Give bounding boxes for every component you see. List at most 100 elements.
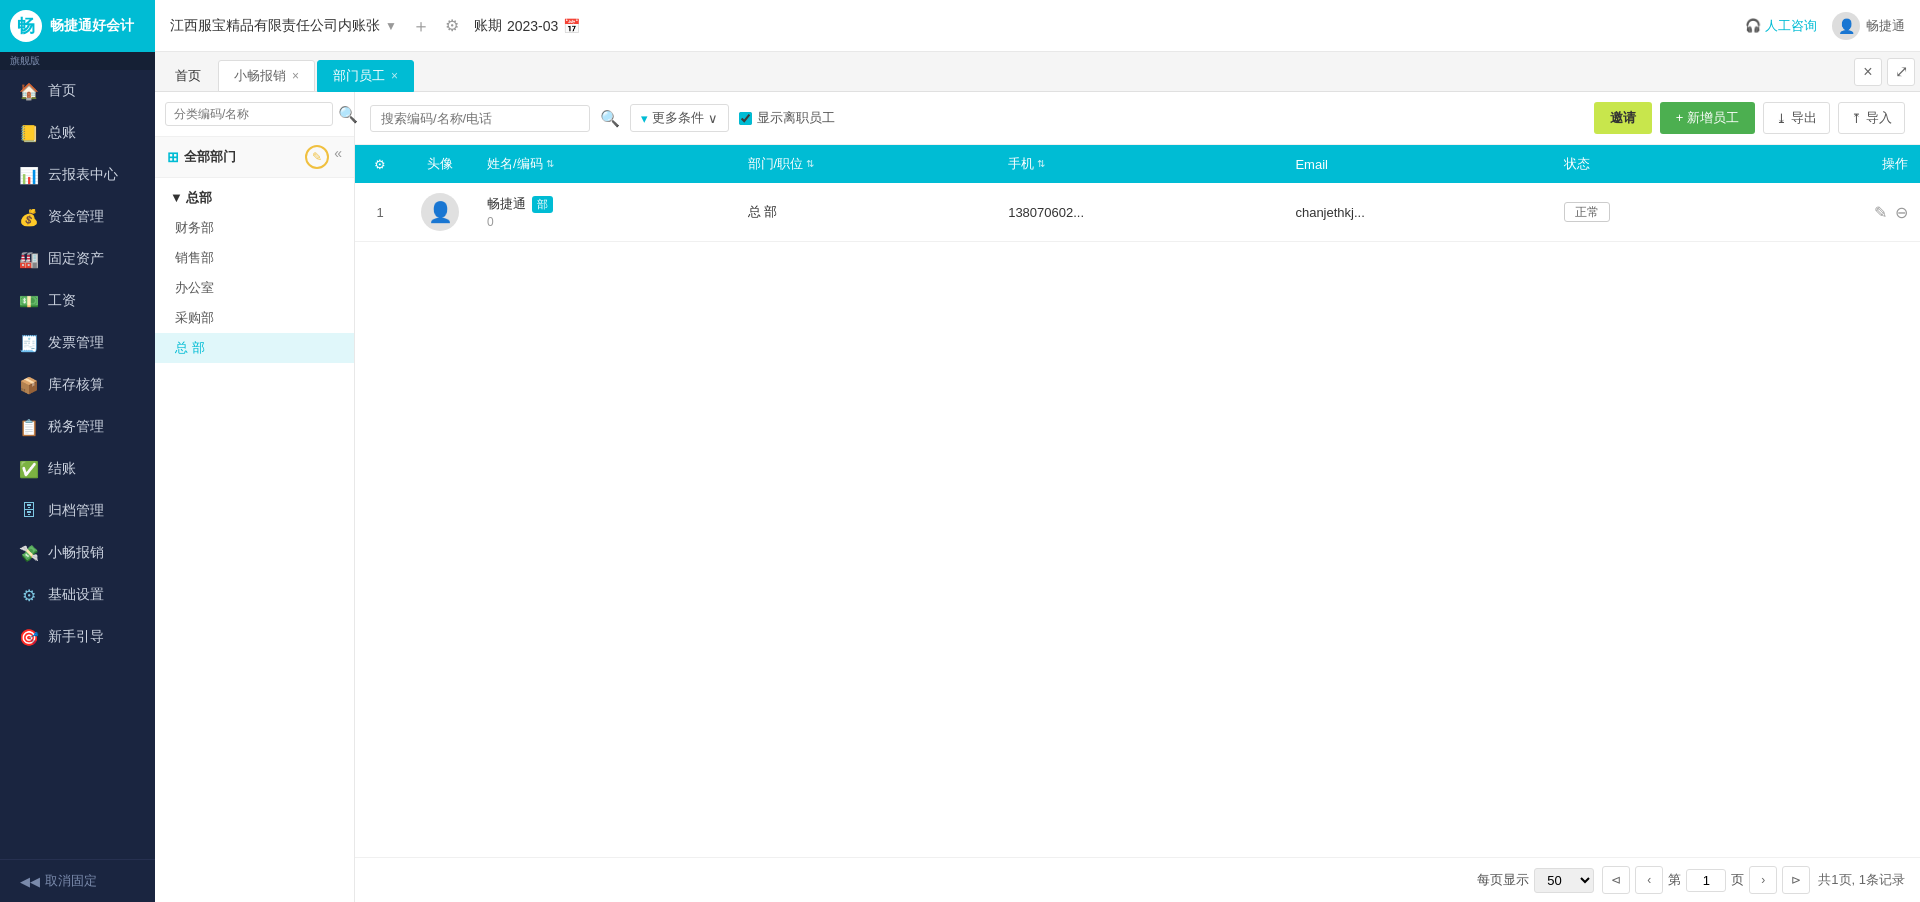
right-panel: 🔍 ▾ 更多条件 ∨ 显示离职员工 邀请 + 新增员工 ⤓ 导出 — [355, 92, 1920, 902]
tab-xiaochang-close-icon[interactable]: × — [292, 69, 299, 83]
add-account-button[interactable]: ＋ — [412, 14, 430, 38]
app-logo: 畅 畅捷通好会计 — [0, 0, 155, 52]
th-avatar: 头像 — [405, 145, 475, 183]
dept-collapse-icon[interactable]: « — [334, 145, 342, 169]
next-page-button[interactable]: › — [1749, 866, 1777, 894]
export-label: 导出 — [1791, 109, 1817, 127]
first-page-button[interactable]: ⊲ — [1602, 866, 1630, 894]
tab-dept-employee-close-icon[interactable]: × — [391, 69, 398, 83]
sidebar-item-tax[interactable]: 📋 税务管理 — [0, 406, 155, 448]
sidebar-item-newbie-guide[interactable]: 🎯 新手引导 — [0, 616, 155, 658]
dept-node-office[interactable]: 办公室 — [155, 273, 354, 303]
edit-employee-icon[interactable]: ✎ — [1874, 203, 1887, 222]
sidebar-item-funds[interactable]: 💰 资金管理 — [0, 196, 155, 238]
show-resigned-input[interactable] — [739, 112, 752, 125]
employee-dept: 总 部 — [748, 204, 778, 219]
more-filter-button[interactable]: ▾ 更多条件 ∨ — [630, 104, 729, 132]
row-avatar-cell: 👤 — [405, 183, 475, 242]
sidebar-item-salary[interactable]: 💵 工资 — [0, 280, 155, 322]
sidebar-label-archive: 归档管理 — [48, 502, 104, 520]
period-selector[interactable]: 账期 2023-03 📅 — [474, 17, 580, 35]
dept-all-header: ⊞ 全部部门 ✎ « — [155, 137, 354, 178]
sidebar-item-inventory[interactable]: 📦 库存核算 — [0, 364, 155, 406]
show-resigned-checkbox[interactable]: 显示离职员工 — [739, 109, 835, 127]
sidebar-item-reports[interactable]: 📊 云报表中心 — [0, 154, 155, 196]
employee-search-icon[interactable]: 🔍 — [600, 109, 620, 128]
page-number-input[interactable] — [1686, 869, 1726, 892]
dept-node-sales[interactable]: 销售部 — [155, 243, 354, 273]
dept-search-input[interactable] — [165, 102, 333, 126]
toolbar-right: 邀请 + 新增员工 ⤓ 导出 ⤒ 导入 — [1594, 102, 1905, 134]
basic-settings-icon: ⚙ — [20, 586, 38, 604]
employee-search-input[interactable] — [370, 105, 590, 132]
name-badge-wrapper: 畅捷通 部 — [487, 195, 724, 213]
row-phone-cell: 138070602... — [996, 183, 1283, 242]
dept-node-general-bottom[interactable]: 总 部 — [155, 333, 354, 363]
employee-code: 0 — [487, 215, 724, 229]
company-name: 江西服宝精品有限责任公司内账张 — [170, 17, 380, 35]
show-resigned-label: 显示离职员工 — [757, 109, 835, 127]
th-dept-position[interactable]: 部门/职位 ⇅ — [736, 145, 997, 183]
prev-page-button[interactable]: ‹ — [1635, 866, 1663, 894]
user-menu[interactable]: 👤 畅捷通 — [1832, 12, 1905, 40]
main-area: 江西服宝精品有限责任公司内账张 ▼ ＋ ⚙ 账期 2023-03 📅 🎧 人工咨… — [155, 0, 1920, 902]
sidebar-item-fixed-assets[interactable]: 🏭 固定资产 — [0, 238, 155, 280]
th-settings[interactable]: ⚙ — [355, 145, 405, 183]
export-button[interactable]: ⤓ 导出 — [1763, 102, 1830, 134]
sidebar-item-checkout[interactable]: ✅ 结账 — [0, 448, 155, 490]
tab-xiaochang[interactable]: 小畅报销 × — [218, 60, 315, 92]
user-avatar: 👤 — [1832, 12, 1860, 40]
archive-icon: 🗄 — [20, 502, 38, 520]
th-name-code[interactable]: 姓名/编码 ⇅ — [475, 145, 736, 183]
row-num: 1 — [355, 183, 405, 242]
dept-node-general-parent[interactable]: ▼ 总部 — [155, 183, 354, 213]
tabbar: 首页 小畅报销 × 部门员工 × × ⤢ — [155, 52, 1920, 92]
sort-dept-position[interactable]: 部门/职位 ⇅ — [748, 155, 815, 173]
sidebar-label-xiaochang: 小畅报销 — [48, 544, 104, 562]
sidebar-item-basic-settings[interactable]: ⚙ 基础设置 — [0, 574, 155, 616]
th-status: 状态 — [1552, 145, 1753, 183]
sidebar-item-home[interactable]: 🏠 首页 — [0, 70, 155, 112]
sidebar-label-invoice: 发票管理 — [48, 334, 104, 352]
dept-tree: ▼ 总部 财务部 销售部 办公室 采购部 总 部 — [155, 178, 354, 902]
th-phone[interactable]: 手机 ⇅ — [996, 145, 1283, 183]
sidebar-item-xiaochang[interactable]: 💸 小畅报销 — [0, 532, 155, 574]
sidebar-item-archive[interactable]: 🗄 归档管理 — [0, 490, 155, 532]
sidebar-nav: 🏠 首页 📒 总账 📊 云报表中心 💰 资金管理 🏭 固定资产 💵 工资 🧾 发… — [0, 70, 155, 859]
tab-xiaochang-label: 小畅报销 — [234, 67, 286, 85]
dept-edit-icon[interactable]: ✎ — [305, 145, 329, 169]
dept-node-purchase[interactable]: 采购部 — [155, 303, 354, 333]
import-button[interactable]: ⤒ 导入 — [1838, 102, 1905, 134]
cancel-fixed-button[interactable]: ◀◀ 取消固定 — [0, 859, 155, 902]
employee-name: 畅捷通 — [487, 195, 526, 213]
filter-icon: ▾ — [641, 111, 648, 126]
expand-tab-button[interactable]: ⤢ — [1887, 58, 1915, 86]
dept-office-label: 办公室 — [175, 280, 214, 295]
headset-icon: 🎧 — [1745, 18, 1761, 33]
sidebar-item-invoice[interactable]: 🧾 发票管理 — [0, 322, 155, 364]
support-button[interactable]: 🎧 人工咨询 — [1745, 17, 1817, 35]
tab-home[interactable]: 首页 — [160, 60, 216, 92]
sidebar-item-ledger[interactable]: 📒 总账 — [0, 112, 155, 154]
dept-header-actions: ✎ « — [305, 145, 342, 169]
settings-icon[interactable]: ⚙ — [445, 16, 459, 35]
per-page-select[interactable]: 50 10 20 100 — [1534, 868, 1594, 893]
close-tab-button[interactable]: × — [1854, 58, 1882, 86]
ledger-icon: 📒 — [20, 124, 38, 142]
company-selector[interactable]: 江西服宝精品有限责任公司内账张 ▼ — [170, 17, 397, 35]
sort-name-code[interactable]: 姓名/编码 ⇅ — [487, 155, 554, 173]
invite-button[interactable]: 邀请 — [1594, 102, 1652, 134]
add-employee-button[interactable]: + 新增员工 — [1660, 102, 1755, 134]
logout-employee-icon[interactable]: ⊖ — [1895, 203, 1908, 222]
row-actions-cell: ✎ ⊖ — [1753, 183, 1920, 242]
sort-dept-icon: ⇅ — [806, 159, 814, 169]
period-label: 账期 — [474, 17, 502, 35]
tab-dept-employee[interactable]: 部门员工 × — [317, 60, 414, 92]
dept-node-finance[interactable]: 财务部 — [155, 213, 354, 243]
sidebar: 畅 畅捷通好会计 旗舰版 🏠 首页 📒 总账 📊 云报表中心 💰 资金管理 🏭 … — [0, 0, 155, 902]
content-area: 🔍 ⊞ 全部部门 ✎ « ▼ 总部 财务部 — [155, 92, 1920, 902]
last-page-button[interactable]: ⊳ — [1782, 866, 1810, 894]
all-dept-label[interactable]: ⊞ 全部部门 — [167, 148, 236, 166]
sort-phone[interactable]: 手机 ⇅ — [1008, 155, 1045, 173]
tab-dept-employee-label: 部门员工 — [333, 67, 385, 85]
